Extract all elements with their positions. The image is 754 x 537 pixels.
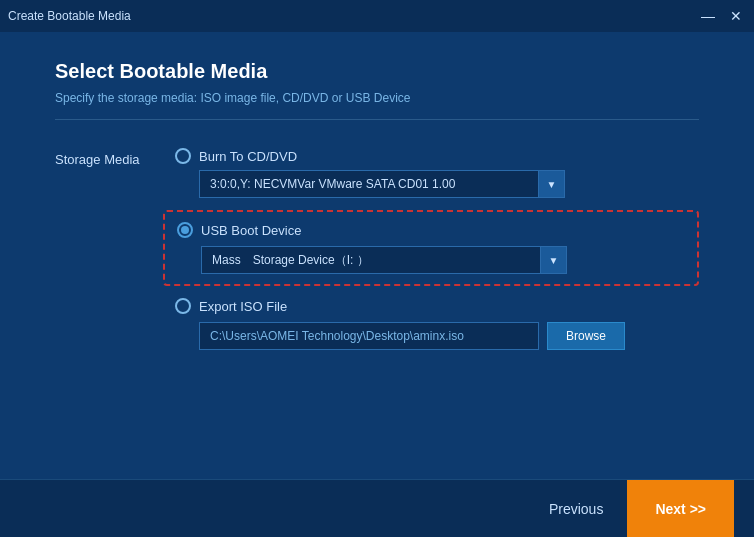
iso-path-input[interactable] — [199, 322, 539, 350]
next-button[interactable]: Next >> — [627, 480, 734, 537]
usb-label: USB Boot Device — [201, 223, 301, 238]
storage-media-label: Storage Media — [55, 148, 145, 167]
usb-dropdown-wrap: Mass Storage Device（I: ） ▼ — [201, 246, 685, 274]
iso-input-row: Browse — [199, 322, 699, 350]
usb-boot-section: USB Boot Device Mass Storage Device（I: ）… — [163, 210, 699, 286]
divider — [55, 119, 699, 120]
cd-dvd-label: Burn To CD/DVD — [199, 149, 297, 164]
iso-label: Export ISO File — [199, 299, 287, 314]
cd-dvd-radio[interactable]: Burn To CD/DVD — [175, 148, 699, 164]
usb-dropdown-arrow[interactable]: ▼ — [541, 246, 567, 274]
cd-dvd-dropdown[interactable]: 3:0:0,Y: NECVMVar VMware SATA CD01 1.00 — [199, 170, 539, 198]
storage-media-row: Storage Media Burn To CD/DVD 3:0:0,Y: NE… — [55, 148, 699, 350]
cd-dvd-dropdown-wrap: 3:0:0,Y: NECVMVar VMware SATA CD01 1.00 … — [199, 170, 699, 198]
previous-button[interactable]: Previous — [525, 480, 627, 537]
title-bar: Create Bootable Media — ✕ — [0, 0, 754, 32]
page-title: Select Bootable Media — [55, 60, 699, 83]
window-controls: — ✕ — [698, 6, 746, 26]
usb-radio-circle[interactable] — [177, 222, 193, 238]
footer: Previous Next >> — [0, 479, 754, 537]
options-column: Burn To CD/DVD 3:0:0,Y: NECVMVar VMware … — [175, 148, 699, 350]
browse-button[interactable]: Browse — [547, 322, 625, 350]
cd-dvd-radio-circle[interactable] — [175, 148, 191, 164]
close-button[interactable]: ✕ — [726, 6, 746, 26]
usb-dropdown[interactable]: Mass Storage Device（I: ） — [201, 246, 541, 274]
iso-radio-circle[interactable] — [175, 298, 191, 314]
iso-option-group: Export ISO File Browse — [175, 298, 699, 350]
cd-dvd-dropdown-arrow[interactable]: ▼ — [539, 170, 565, 198]
main-content: Select Bootable Media Specify the storag… — [0, 32, 754, 350]
app-title: Create Bootable Media — [8, 9, 131, 23]
page-subtitle: Specify the storage media: ISO image fil… — [55, 91, 699, 105]
usb-radio[interactable]: USB Boot Device — [177, 222, 685, 238]
iso-radio[interactable]: Export ISO File — [175, 298, 699, 314]
minimize-button[interactable]: — — [698, 6, 718, 26]
cd-dvd-option-group: Burn To CD/DVD 3:0:0,Y: NECVMVar VMware … — [175, 148, 699, 198]
